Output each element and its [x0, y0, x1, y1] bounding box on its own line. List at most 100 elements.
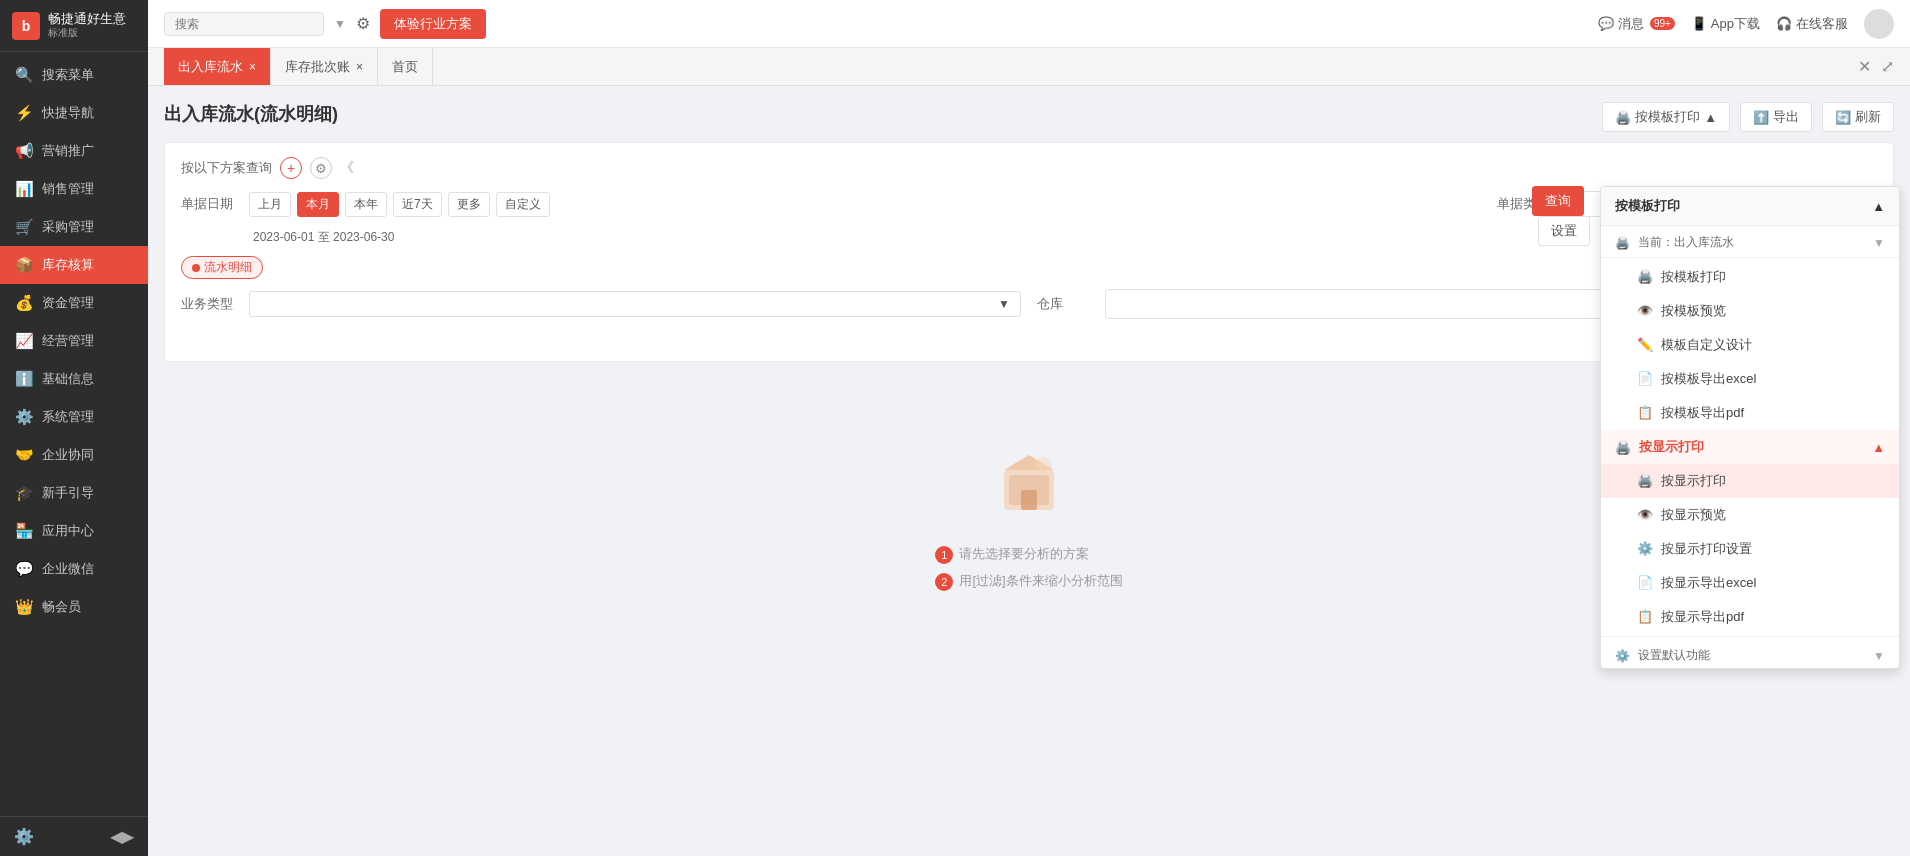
settings-button[interactable]: 设置 [1538, 216, 1590, 246]
sidebar-label-sales: 销售管理 [42, 180, 94, 198]
app-download-item[interactable]: 📱 App下载 [1691, 15, 1760, 33]
tabbar: 出入库流水×库存批次账×首页 ✕ ⤢ [148, 48, 1910, 86]
sidebar-item-basic[interactable]: ℹ️基础信息 [0, 360, 148, 398]
tab-close-batch[interactable]: × [356, 60, 363, 74]
display-item-3[interactable]: 📄 按显示导出excel [1601, 566, 1899, 600]
search-input[interactable] [164, 12, 324, 36]
filter-collapse-icon[interactable]: 《 [340, 159, 354, 177]
tab-batch[interactable]: 库存批次账× [271, 48, 378, 85]
template-icon-1: 👁️ [1637, 303, 1653, 319]
search-icon: 🔍 [14, 66, 34, 84]
sidebar-item-sales[interactable]: 📊 销售管理 [0, 170, 148, 208]
sidebar-item-operation[interactable]: 📈经营管理 [0, 322, 148, 360]
template-item-1[interactable]: 👁️ 按模板预览 [1601, 294, 1899, 328]
template-item-4[interactable]: 📋 按模板导出pdf [1601, 396, 1899, 430]
display-item-2[interactable]: ⚙️ 按显示打印设置 [1601, 532, 1899, 566]
dropdown-title: 按模板打印 [1615, 197, 1680, 215]
tab-home[interactable]: 首页 [378, 48, 433, 85]
sidebar-nav: 🔍搜索菜单⚡快捷导航📢营销推广 📊 销售管理 🛒采购管理📦库存核算💰资金管理📈经营管理… [0, 52, 148, 816]
default-icon: ⚙️ [1615, 649, 1630, 663]
date-btn-3[interactable]: 近7天 [393, 192, 442, 217]
system-icon: ⚙️ [14, 408, 34, 426]
sidebar-item-collab[interactable]: 🤝企业协同 [0, 436, 148, 474]
topbar: ▼ ⚙ 体验行业方案 💬 消息 99+ 📱 App下载 🎧 在线客服 [148, 0, 1910, 48]
refresh-icon: 🔄 [1835, 110, 1851, 125]
trial-button[interactable]: 体验行业方案 [380, 9, 486, 39]
filter-header: 按以下方案查询 + ⚙ 《 [181, 157, 1877, 179]
expand-icon[interactable]: ⤢ [1881, 57, 1894, 76]
print-icon: 🖨️ [1615, 110, 1631, 125]
sidebar-item-member[interactable]: 👑畅会员 [0, 588, 148, 626]
display-section-label: 按显示打印 [1639, 438, 1704, 456]
date-btn-4[interactable]: 更多 [448, 192, 490, 217]
minimize-icon[interactable]: ✕ [1858, 57, 1871, 76]
template-item-3[interactable]: 📄 按模板导出excel [1601, 362, 1899, 396]
filter-add-button[interactable]: + [280, 157, 302, 179]
date-btn-1[interactable]: 本月 [297, 192, 339, 217]
sidebar-item-system[interactable]: ⚙️系统管理 [0, 398, 148, 436]
main-area: ▼ ⚙ 体验行业方案 💬 消息 99+ 📱 App下载 🎧 在线客服 出入库流水… [148, 0, 1910, 856]
divider-1 [1601, 257, 1899, 258]
topbar-gear-icon[interactable]: ⚙ [356, 14, 370, 33]
search-chevron-icon[interactable]: ▼ [334, 17, 346, 31]
marketing-icon: 📢 [14, 142, 34, 160]
divider-2 [1601, 636, 1899, 637]
default-section[interactable]: ⚙️ 设置默认功能 ▼ [1601, 639, 1899, 668]
avatar[interactable] [1864, 9, 1894, 39]
business-type-select[interactable]: ▼ [249, 291, 1021, 317]
template-icon-0: 🖨️ [1637, 269, 1653, 285]
default-arrow: ▼ [1873, 649, 1885, 663]
message-item[interactable]: 💬 消息 99+ [1598, 15, 1675, 33]
sidebar-logo: b 畅捷通好生意 标准版 [0, 0, 148, 52]
display-item-1[interactable]: 👁️ 按显示预览 [1601, 498, 1899, 532]
page-content: 出入库流水(流水明细) 🖨️ 按模板打印 ▲ ⬆️ 导出 🔄 刷新 按以下方案查… [148, 86, 1910, 856]
svg-rect-3 [1021, 490, 1037, 510]
filter-settings-button[interactable]: ⚙ [310, 157, 332, 179]
sidebar-item-appstore[interactable]: 🏪应用中心 [0, 512, 148, 550]
tab-flow[interactable]: 出入库流水 × [164, 48, 271, 85]
tab-label-flow: 出入库流水 [178, 58, 243, 76]
message-icon: 💬 [1598, 16, 1614, 31]
settings-icon[interactable]: ⚙️ [14, 827, 34, 846]
online-service-item[interactable]: 🎧 在线客服 [1776, 15, 1848, 33]
tab-close-flow[interactable]: × [249, 60, 256, 74]
sidebar-item-marketing[interactable]: 📢营销推广 [0, 132, 148, 170]
sales-icon: 📊 [14, 180, 34, 198]
sidebar-item-shortcut[interactable]: ⚡快捷导航 [0, 94, 148, 132]
hint-1-num: 1 [935, 546, 953, 564]
display-item-0[interactable]: 🖨️ 按显示打印 [1601, 464, 1899, 498]
sidebar-label-basic: 基础信息 [42, 370, 94, 388]
display-icon-1: 👁️ [1637, 507, 1653, 523]
dropdown-close-icon[interactable]: ▲ [1872, 199, 1885, 214]
refresh-button[interactable]: 🔄 刷新 [1822, 102, 1894, 132]
sidebar-item-inventory[interactable]: 📦库存核算 [0, 246, 148, 284]
finance-icon: 💰 [14, 294, 34, 312]
collab-icon: 🤝 [14, 446, 34, 464]
sidebar-label-operation: 经营管理 [42, 332, 94, 350]
template-label-1: 按模板预览 [1661, 302, 1726, 320]
export-button[interactable]: ⬆️ 导出 [1740, 102, 1812, 132]
date-btn-2[interactable]: 本年 [345, 192, 387, 217]
collapse-icon[interactable]: ◀▶ [110, 827, 134, 846]
sidebar-item-finance[interactable]: 💰资金管理 [0, 284, 148, 322]
sidebar-item-purchase[interactable]: 🛒采购管理 [0, 208, 148, 246]
app-name: 畅捷通好生意 标准版 [48, 11, 126, 41]
display-item-4[interactable]: 📋 按显示导出pdf [1601, 600, 1899, 634]
query-button[interactable]: 查询 [1532, 186, 1584, 216]
sidebar-label-purchase: 采购管理 [42, 218, 94, 236]
sidebar-item-search[interactable]: 🔍搜索菜单 [0, 56, 148, 94]
display-section-header[interactable]: 🖨️ 按显示打印 ▲ [1601, 430, 1899, 464]
dropdown-current[interactable]: 🖨️ 当前：出入库流水 ▼ [1601, 226, 1899, 255]
display-label-4: 按显示导出pdf [1661, 608, 1744, 626]
default-label: 设置默认功能 [1638, 647, 1710, 664]
template-item-0[interactable]: 🖨️ 按模板打印 [1601, 260, 1899, 294]
sidebar-item-wechat[interactable]: 💬企业微信 [0, 550, 148, 588]
display-icon-2: ⚙️ [1637, 541, 1653, 557]
template-item-2[interactable]: ✏️ 模板自定义设计 [1601, 328, 1899, 362]
date-btn-5[interactable]: 自定义 [496, 192, 550, 217]
print-template-button[interactable]: 🖨️ 按模板打印 ▲ [1602, 102, 1730, 132]
display-label-2: 按显示打印设置 [1661, 540, 1752, 558]
date-btn-0[interactable]: 上月 [249, 192, 291, 217]
active-filter-tag[interactable]: 流水明细 [181, 256, 263, 279]
sidebar-item-guide[interactable]: 🎓新手引导 [0, 474, 148, 512]
